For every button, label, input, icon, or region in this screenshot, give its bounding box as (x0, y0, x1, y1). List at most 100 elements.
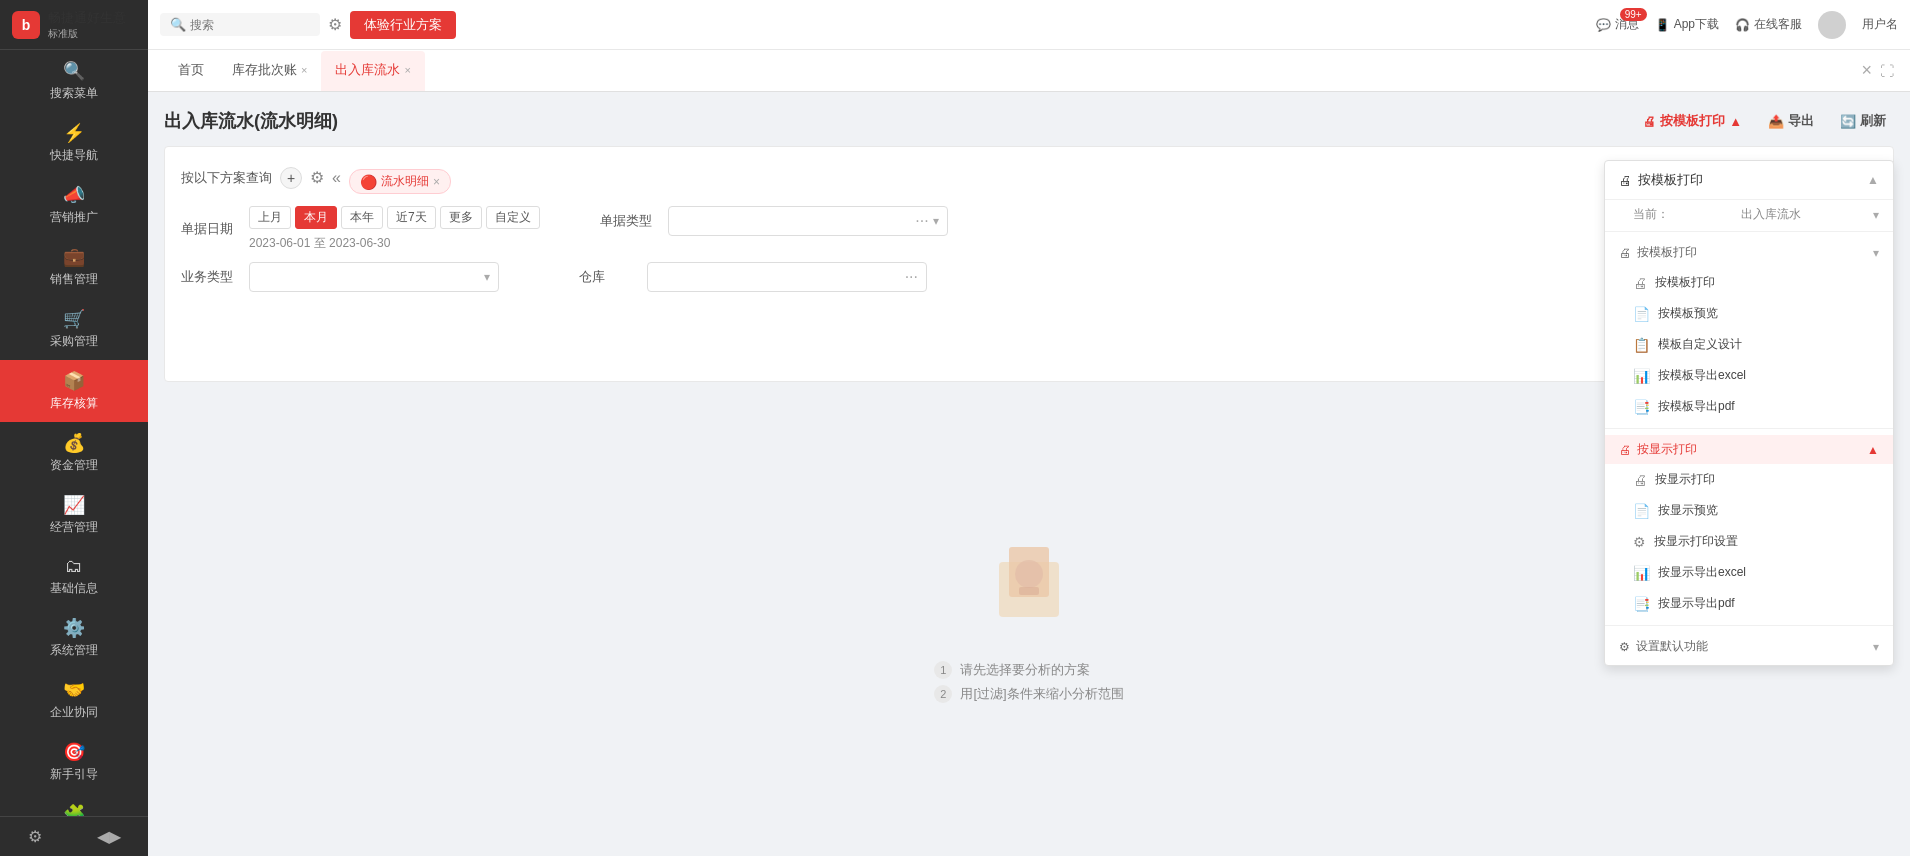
date-btn-lastmonth[interactable]: 上月 (249, 206, 291, 229)
chevron-up-icon: ▲ (1729, 114, 1742, 129)
sidebar-item-operations[interactable]: 📈 经营管理 (0, 484, 148, 546)
sidebar-item-marketing[interactable]: 📣 营销推广 (0, 174, 148, 236)
template-preview-item[interactable]: 📄 按模板预览 (1605, 298, 1893, 329)
print-dropdown: 🖨 按模板打印 ▲ 当前： 出入库流水 ▾ 🖨 按模板打印 (1604, 160, 1894, 666)
template-design-item[interactable]: 📋 模板自定义设计 (1605, 329, 1893, 360)
biztype-select[interactable]: ▾ (249, 262, 499, 292)
collapse-sidebar-icon[interactable]: ◀▶ (97, 827, 121, 846)
display-pdf-item[interactable]: 📑 按显示导出pdf (1605, 588, 1893, 619)
sidebar-item-search[interactable]: 🔍 搜索菜单 (0, 50, 148, 112)
logo-text: 畅捷通好生意 标准版 (48, 9, 126, 41)
display-excel-item[interactable]: 📊 按显示导出excel (1605, 557, 1893, 588)
settings-bottom-icon[interactable]: ⚙ (28, 827, 42, 846)
template-section-label: 按模板打印 (1637, 244, 1697, 261)
app-download-btn[interactable]: 📱 App下载 (1655, 16, 1719, 33)
template-section-header[interactable]: 🖨 按模板打印 ▾ (1605, 238, 1893, 267)
filter-tag-active[interactable]: 🔴 流水明细 × (349, 169, 451, 194)
template-excel-item[interactable]: 📊 按模板导出excel (1605, 360, 1893, 391)
sidebar-item-sales[interactable]: 💼 销售管理 (0, 236, 148, 298)
main-wrapper: 🔍 ⚙ 体验行业方案 💬 消息 99+ 📱 App下载 🎧 在线客服 用户名 (148, 0, 1910, 856)
item-excel-icon: 📊 (1633, 368, 1650, 384)
filter-date-item: 单据日期 上月 本月 本年 近7天 更多 自定义 2023-06-01 至 20… (181, 206, 540, 252)
filter-settings-icon[interactable]: ⚙ (310, 168, 324, 187)
online-service-btn[interactable]: 🎧 在线客服 (1735, 16, 1802, 33)
tab-close-main[interactable]: × (1861, 60, 1872, 81)
template-pdf-item[interactable]: 📑 按模板导出pdf (1605, 391, 1893, 422)
empty-icon (979, 532, 1079, 651)
display-print-section: 🖨 按显示打印 ▲ 🖨 按显示打印 📄 按显示预览 ⚙ 按显示打印设置 (1605, 431, 1893, 623)
message-btn[interactable]: 💬 消息 99+ (1596, 16, 1639, 33)
filter-add-btn[interactable]: + (280, 167, 302, 189)
print-template-btn[interactable]: 🖨 按模板打印 ▲ (1635, 108, 1750, 134)
basic-icon: 🗂 (65, 556, 83, 577)
version-label: 标准版 (48, 27, 126, 41)
display-preview-item[interactable]: 📄 按显示预览 (1605, 495, 1893, 526)
tag-icon: 🔴 (360, 174, 377, 190)
sidebar-item-inventory[interactable]: 📦 库存核算 (0, 360, 148, 422)
empty-step-2: 2 用[过滤]条件来缩小分析范围 (934, 685, 1123, 703)
sidebar-item-system[interactable]: ⚙️ 系统管理 (0, 607, 148, 669)
export-label: 导出 (1788, 112, 1814, 130)
display-item-settings-icon: ⚙ (1633, 534, 1646, 550)
sidebar-item-finance[interactable]: 💰 资金管理 (0, 422, 148, 484)
sidebar-item-enterprise[interactable]: 🤝 企业协同 (0, 669, 148, 731)
tab-inout[interactable]: 出入库流水 × (321, 51, 424, 91)
export-icon: 📤 (1768, 114, 1784, 129)
tab-label: 出入库流水 (335, 61, 400, 79)
date-btn-custom[interactable]: 自定义 (486, 206, 540, 229)
display-print-item[interactable]: 🖨 按显示打印 (1605, 464, 1893, 495)
warehouse-more-icon[interactable]: ··· (905, 268, 918, 286)
default-section-header[interactable]: ⚙ 设置默认功能 ▾ (1605, 632, 1893, 661)
display-section-arrow: ▲ (1867, 443, 1879, 457)
sidebar-item-guide[interactable]: 🎯 新手引导 (0, 731, 148, 793)
current-arrow[interactable]: ▾ (1873, 208, 1879, 222)
export-btn[interactable]: 📤 导出 (1760, 108, 1822, 134)
print-dropdown-collapse-icon[interactable]: ▲ (1867, 173, 1879, 187)
topbar-gear-icon[interactable]: ⚙ (328, 15, 342, 34)
sidebar-item-purchase[interactable]: 🛒 采购管理 (0, 298, 148, 360)
item-label: 按显示打印设置 (1654, 533, 1738, 550)
sidebar-item-basic[interactable]: 🗂 基础信息 (0, 546, 148, 607)
sidebar-item-appcenter[interactable]: 🧩 应用中心 (0, 793, 148, 816)
tab-maximize[interactable]: ⛶ (1880, 63, 1894, 79)
warehouse-select[interactable]: ··· (647, 262, 927, 292)
tab-close-batch[interactable]: × (301, 64, 307, 76)
date-btn-7days[interactable]: 近7天 (387, 206, 436, 229)
item-pdf-icon: 📑 (1633, 399, 1650, 415)
default-section-arrow: ▾ (1873, 640, 1879, 654)
print-current-row: 当前： 出入库流水 ▾ (1605, 200, 1893, 229)
filter-collapse-icon[interactable]: « (332, 169, 341, 187)
topbar-right: 💬 消息 99+ 📱 App下载 🎧 在线客服 用户名 (1596, 11, 1898, 39)
doctype-select[interactable]: ··· ▾ (668, 206, 948, 236)
display-section-header[interactable]: 🖨 按显示打印 ▲ (1605, 435, 1893, 464)
display-item-preview-icon: 📄 (1633, 503, 1650, 519)
tab-close-inout[interactable]: × (404, 64, 410, 76)
refresh-btn[interactable]: 🔄 刷新 (1832, 108, 1894, 134)
template-print-item[interactable]: 🖨 按模板打印 (1605, 267, 1893, 298)
display-item-excel-icon: 📊 (1633, 565, 1650, 581)
date-range-display: 2023-06-01 至 2023-06-30 (249, 235, 540, 252)
display-print-header-icon: 🖨 (1619, 443, 1631, 457)
search-input[interactable] (190, 18, 290, 32)
date-label: 单据日期 (181, 220, 241, 238)
date-btn-thisyear[interactable]: 本年 (341, 206, 383, 229)
current-value: 出入库流水 (1741, 206, 1801, 223)
step-1-label: 请先选择要分析的方案 (960, 661, 1090, 679)
sidebar-item-label: 采购管理 (50, 333, 98, 350)
topbar-search-box[interactable]: 🔍 (160, 13, 320, 36)
sidebar-item-shortcut[interactable]: ⚡ 快捷导航 (0, 112, 148, 174)
date-btn-thismonth[interactable]: 本月 (295, 206, 337, 229)
display-settings-item[interactable]: ⚙ 按显示打印设置 (1605, 526, 1893, 557)
tab-batch[interactable]: 库存批次账 × (218, 51, 321, 91)
display-item-print-icon: 🖨 (1633, 472, 1647, 488)
avatar[interactable] (1818, 11, 1846, 39)
sidebar: b 畅捷通好生意 标准版 🔍 搜索菜单 ⚡ 快捷导航 📣 营销推广 💼 销售管理… (0, 0, 148, 856)
inventory-icon: 📦 (63, 370, 85, 392)
doctype-label: 单据类型 (600, 212, 660, 230)
sidebar-item-label: 系统管理 (50, 642, 98, 659)
tab-home[interactable]: 首页 (164, 51, 218, 91)
date-btn-more[interactable]: 更多 (440, 206, 482, 229)
doctype-more-icon[interactable]: ··· (915, 212, 928, 230)
tag-close-icon[interactable]: × (433, 175, 440, 189)
industry-btn[interactable]: 体验行业方案 (350, 11, 456, 39)
